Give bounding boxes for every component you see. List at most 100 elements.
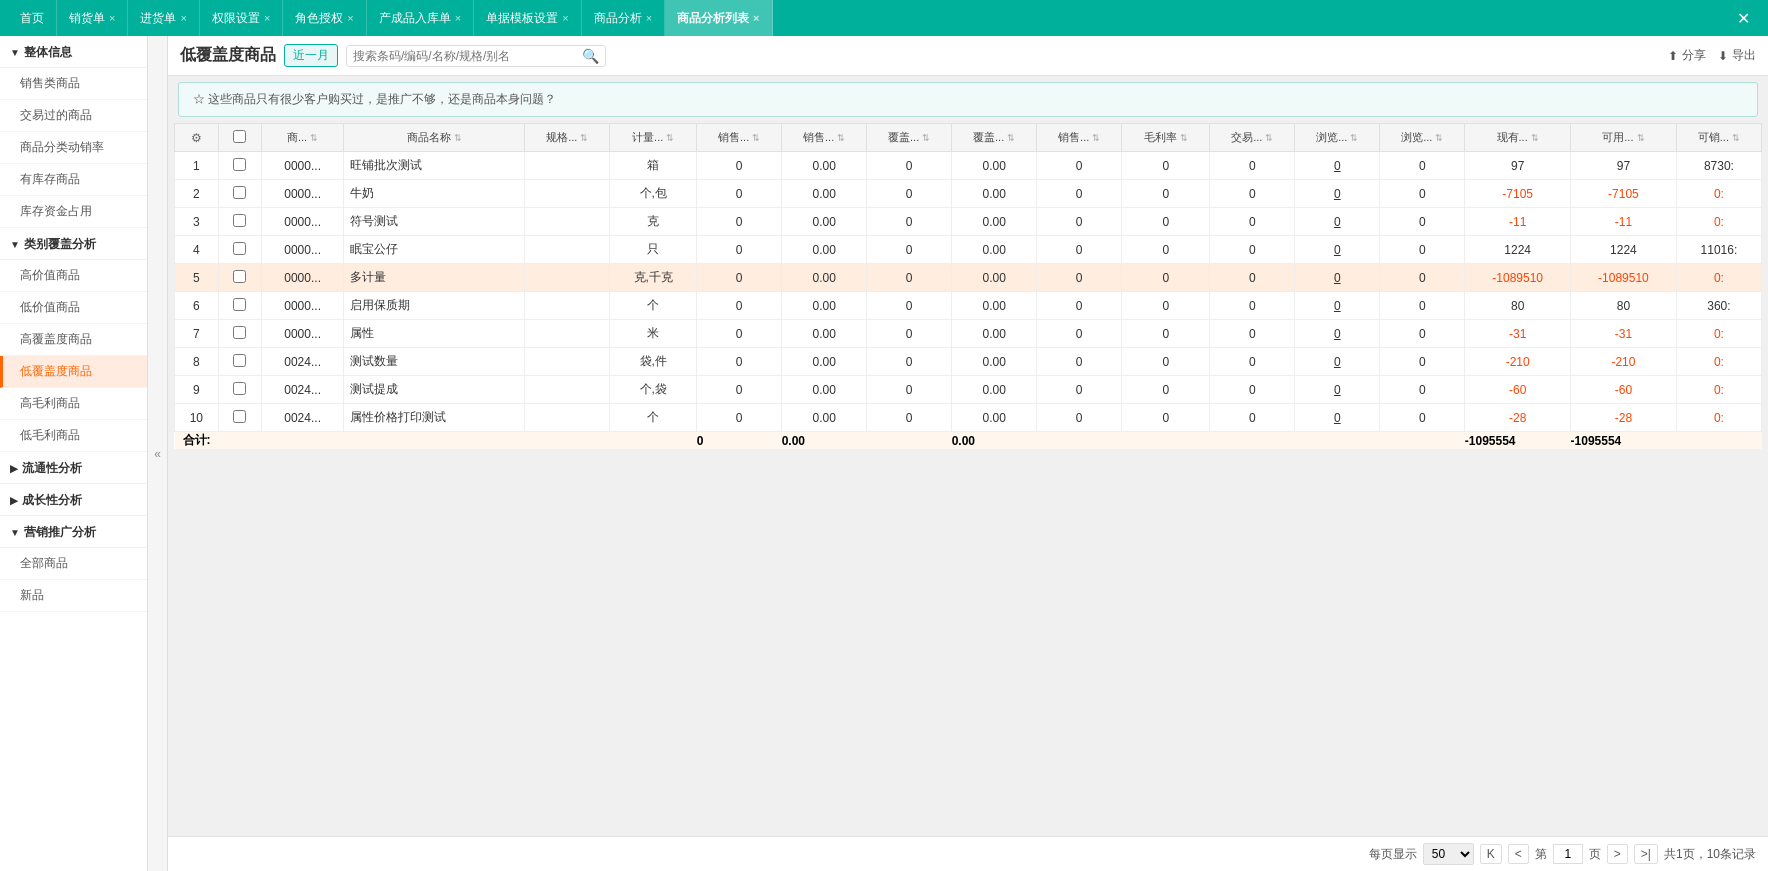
sidebar-section-coverage[interactable]: ▼ 类别覆盖分析 [0, 228, 147, 260]
next-page-button[interactable]: > [1607, 844, 1628, 864]
row-browse1[interactable]: 0 [1295, 292, 1380, 320]
row-checkbox-input[interactable] [233, 326, 246, 339]
row-checkbox[interactable] [218, 292, 261, 320]
row-checkbox-input[interactable] [233, 410, 246, 423]
nav-role-auth[interactable]: 角色授权 × [283, 0, 366, 36]
row-checkbox-input[interactable] [233, 186, 246, 199]
sidebar-collapse-button[interactable]: « [148, 36, 168, 871]
row-checkbox-input[interactable] [233, 242, 246, 255]
share-button[interactable]: ⬆ 分享 [1668, 47, 1706, 64]
col-trade[interactable]: 交易... ⇅ [1210, 124, 1295, 152]
nav-close-icon[interactable]: × [646, 12, 652, 24]
row-checkbox-input[interactable] [233, 354, 246, 367]
sidebar-section-overall[interactable]: ▼ 整体信息 [0, 36, 147, 68]
col-saleable[interactable]: 可销... ⇅ [1676, 124, 1761, 152]
settings-icon[interactable]: ⚙ [191, 131, 202, 145]
sidebar-item-high-coverage[interactable]: 高覆盖度商品 [0, 324, 147, 356]
page-number-input[interactable] [1553, 844, 1583, 864]
browse-link[interactable]: 0 [1334, 411, 1341, 425]
sidebar-item-low-value[interactable]: 低价值商品 [0, 292, 147, 324]
last-page-button[interactable]: >| [1634, 844, 1658, 864]
col-code[interactable]: 商... ⇅ [261, 124, 343, 152]
nav-close-icon[interactable]: × [455, 12, 461, 24]
col-available-stock[interactable]: 可用... ⇅ [1571, 124, 1677, 152]
row-checkbox-input[interactable] [233, 382, 246, 395]
col-browse2[interactable]: 浏览... ⇅ [1380, 124, 1465, 152]
sidebar-section-marketing[interactable]: ▼ 营销推广分析 [0, 516, 147, 548]
nav-product-analysis[interactable]: 商品分析 × [582, 0, 665, 36]
row-checkbox-input[interactable] [233, 270, 246, 283]
nav-close-icon[interactable]: × [264, 12, 270, 24]
nav-home[interactable]: 首页 [8, 0, 57, 36]
sidebar-item-low-margin[interactable]: 低毛利商品 [0, 420, 147, 452]
row-browse1[interactable]: 0 [1295, 376, 1380, 404]
browse-link[interactable]: 0 [1334, 243, 1341, 257]
nav-sales-order[interactable]: 销货单 × [57, 0, 128, 36]
row-checkbox-input[interactable] [233, 158, 246, 171]
row-browse1[interactable]: 0 [1295, 264, 1380, 292]
row-browse1[interactable]: 0 [1295, 404, 1380, 432]
sidebar-item-all-goods[interactable]: 全部商品 [0, 548, 147, 580]
period-button[interactable]: 近一月 [284, 44, 338, 67]
select-all-checkbox[interactable] [233, 130, 246, 143]
row-checkbox[interactable] [218, 180, 261, 208]
col-coverage1[interactable]: 覆盖... ⇅ [867, 124, 952, 152]
row-checkbox-input[interactable] [233, 298, 246, 311]
row-checkbox[interactable] [218, 404, 261, 432]
row-browse1[interactable]: 0 [1295, 180, 1380, 208]
browse-link[interactable]: 0 [1334, 271, 1341, 285]
nav-close-icon[interactable]: × [562, 12, 568, 24]
row-browse1[interactable]: 0 [1295, 152, 1380, 180]
row-checkbox[interactable] [218, 152, 261, 180]
browse-link[interactable]: 0 [1334, 355, 1341, 369]
col-coverage2[interactable]: 覆盖... ⇅ [952, 124, 1037, 152]
sidebar-item-sales-goods[interactable]: 销售类商品 [0, 68, 147, 100]
sidebar-item-low-coverage[interactable]: 低覆盖度商品 [0, 356, 147, 388]
sidebar-section-liquidity[interactable]: ▶ 流通性分析 [0, 452, 147, 484]
row-checkbox-input[interactable] [233, 214, 246, 227]
browse-link[interactable]: 0 [1334, 215, 1341, 229]
col-current-stock[interactable]: 现有... ⇅ [1465, 124, 1571, 152]
col-browse1[interactable]: 浏览... ⇅ [1295, 124, 1380, 152]
col-name[interactable]: 商品名称 ⇅ [344, 124, 525, 152]
row-checkbox[interactable] [218, 208, 261, 236]
col-unit[interactable]: 计量... ⇅ [610, 124, 697, 152]
sidebar-item-new-goods[interactable]: 新品 [0, 580, 147, 612]
row-browse1[interactable]: 0 [1295, 236, 1380, 264]
nav-template-settings[interactable]: 单据模板设置 × [474, 0, 581, 36]
row-checkbox[interactable] [218, 236, 261, 264]
nav-close-icon[interactable]: × [109, 12, 115, 24]
col-settings[interactable]: ⚙ [175, 124, 219, 152]
browse-link[interactable]: 0 [1334, 187, 1341, 201]
row-checkbox[interactable] [218, 348, 261, 376]
nav-close-icon[interactable]: × [180, 12, 186, 24]
first-page-button[interactable]: K [1480, 844, 1502, 864]
sidebar-item-high-margin[interactable]: 高毛利商品 [0, 388, 147, 420]
sidebar-item-high-value[interactable]: 高价值商品 [0, 260, 147, 292]
page-size-select[interactable]: 50 20 100 [1423, 843, 1474, 865]
col-sales3[interactable]: 销售... ⇅ [1037, 124, 1122, 152]
sidebar-item-category-rate[interactable]: 商品分类动销率 [0, 132, 147, 164]
window-close-button[interactable]: ✕ [1727, 9, 1760, 28]
search-input[interactable] [353, 49, 582, 63]
col-spec[interactable]: 规格... ⇅ [525, 124, 610, 152]
browse-link[interactable]: 0 [1334, 299, 1341, 313]
col-sales-qty[interactable]: 销售... ⇅ [697, 124, 782, 152]
sidebar-item-in-stock[interactable]: 有库存商品 [0, 164, 147, 196]
browse-link[interactable]: 0 [1334, 383, 1341, 397]
row-checkbox[interactable] [218, 320, 261, 348]
row-checkbox[interactable] [218, 376, 261, 404]
nav-finished-goods[interactable]: 产成品入库单 × [367, 0, 474, 36]
nav-purchase-order[interactable]: 进货单 × [128, 0, 199, 36]
sidebar-item-stock-capital[interactable]: 库存资金占用 [0, 196, 147, 228]
row-browse1[interactable]: 0 [1295, 320, 1380, 348]
nav-close-icon[interactable]: × [753, 12, 759, 24]
nav-close-icon[interactable]: × [347, 12, 353, 24]
prev-page-button[interactable]: < [1508, 844, 1529, 864]
col-sales-amt[interactable]: 销售... ⇅ [782, 124, 867, 152]
row-browse1[interactable]: 0 [1295, 348, 1380, 376]
row-checkbox[interactable] [218, 264, 261, 292]
row-browse1[interactable]: 0 [1295, 208, 1380, 236]
browse-link[interactable]: 0 [1334, 159, 1341, 173]
export-button[interactable]: ⬇ 导出 [1718, 47, 1756, 64]
